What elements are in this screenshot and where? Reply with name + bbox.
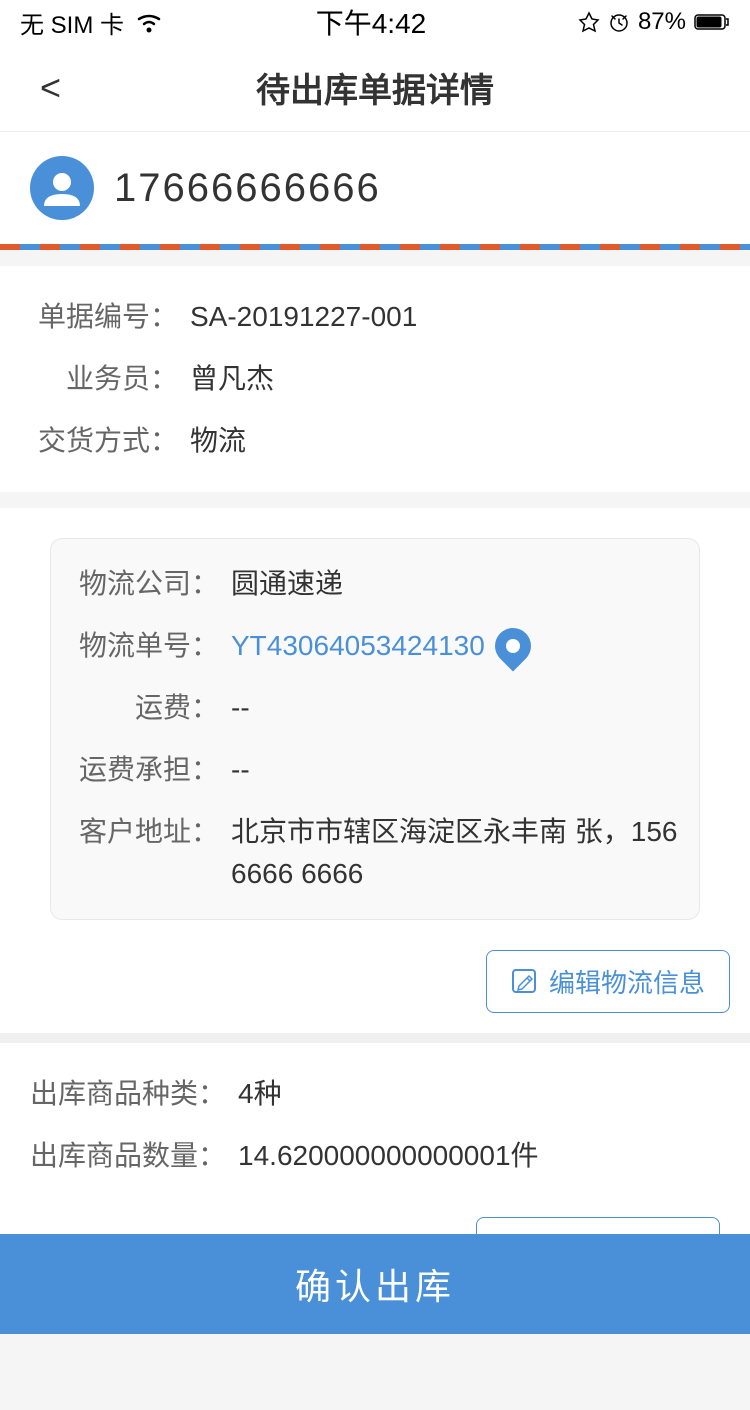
company-label: 物流公司：: [71, 563, 231, 605]
user-row: 17666666666: [0, 132, 750, 244]
agent-value: 曾凡杰: [190, 358, 720, 400]
freight-value: --: [231, 687, 679, 729]
address-label: 客户地址：: [71, 811, 231, 853]
confirm-button-label: 确认出库: [295, 1258, 455, 1310]
doc-id-value: SA-20191227-001: [190, 296, 720, 338]
edit-btn-container: 编辑物流信息: [0, 930, 750, 1013]
document-info-section: 单据编号： SA-20191227-001 业务员： 曾凡杰 交货方式： 物流: [0, 266, 750, 492]
delivery-row: 交货方式： 物流: [30, 420, 720, 462]
dashed-divider: [0, 244, 750, 250]
page-title: 待出库单据详情: [256, 63, 494, 112]
status-left: 无 SIM 卡: [20, 5, 164, 40]
user-phone: 17666666666: [114, 166, 381, 211]
doc-id-row: 单据编号： SA-20191227-001: [30, 296, 720, 338]
goods-quantity-value: 14.620000000000001件: [238, 1135, 720, 1177]
location-nav-icon: [578, 11, 600, 33]
freight-bear-row: 运费承担： --: [71, 749, 679, 791]
goods-quantity-label: 出库商品数量：: [30, 1135, 238, 1177]
delivery-label: 交货方式：: [30, 420, 190, 462]
edit-icon: [511, 968, 539, 996]
person-icon: [40, 166, 84, 210]
confirm-button[interactable]: 确认出库: [0, 1234, 750, 1334]
status-bar: 无 SIM 卡 下午4:42 87%: [0, 0, 750, 44]
goods-types-row: 出库商品种类： 4种: [30, 1073, 720, 1115]
status-time: 下午4:42: [316, 2, 427, 42]
logistics-inner: 物流公司： 圆通速递 物流单号： YT43064053424130 运费： --…: [0, 508, 750, 930]
agent-row: 业务员： 曾凡杰: [30, 358, 720, 400]
doc-id-label: 单据编号：: [30, 296, 190, 338]
tracking-value: YT43064053424130: [231, 625, 679, 667]
status-right: 87%: [578, 8, 730, 36]
freight-row: 运费： --: [71, 687, 679, 729]
edit-logistics-button[interactable]: 编辑物流信息: [486, 950, 730, 1013]
logistics-card: 物流公司： 圆通速递 物流单号： YT43064053424130 运费： --…: [50, 538, 700, 920]
sim-status: 无 SIM 卡: [20, 5, 124, 40]
location-icon[interactable]: [487, 621, 538, 672]
company-row: 物流公司： 圆通速递: [71, 563, 679, 605]
battery-percent: 87%: [638, 8, 686, 36]
agent-label: 业务员：: [30, 358, 190, 400]
back-button[interactable]: <: [30, 57, 71, 119]
goods-quantity-row: 出库商品数量： 14.620000000000001件: [30, 1135, 720, 1177]
tracking-row: 物流单号： YT43064053424130: [71, 625, 679, 667]
freight-bear-label: 运费承担：: [71, 749, 231, 791]
edit-logistics-label: 编辑物流信息: [549, 963, 705, 1000]
nav-bar: < 待出库单据详情: [0, 44, 750, 132]
wifi-icon: [134, 11, 164, 33]
goods-types-label: 出库商品种类：: [30, 1073, 238, 1115]
freight-bear-value: --: [231, 749, 679, 791]
battery-icon: [694, 12, 730, 32]
alarm-icon: [608, 11, 630, 33]
gray-divider: [0, 1033, 750, 1043]
tracking-label: 物流单号：: [71, 625, 231, 667]
delivery-value: 物流: [190, 420, 720, 462]
address-value: 北京市市辖区海淀区永丰南 张，156 6666 6666: [231, 811, 679, 895]
address-row: 客户地址： 北京市市辖区海淀区永丰南 张，156 6666 6666: [71, 811, 679, 895]
logistics-section: 物流公司： 圆通速递 物流单号： YT43064053424130 运费： --…: [0, 508, 750, 1033]
goods-types-value: 4种: [238, 1073, 720, 1115]
company-value: 圆通速递: [231, 563, 679, 605]
freight-label: 运费：: [71, 687, 231, 729]
avatar: [30, 156, 94, 220]
